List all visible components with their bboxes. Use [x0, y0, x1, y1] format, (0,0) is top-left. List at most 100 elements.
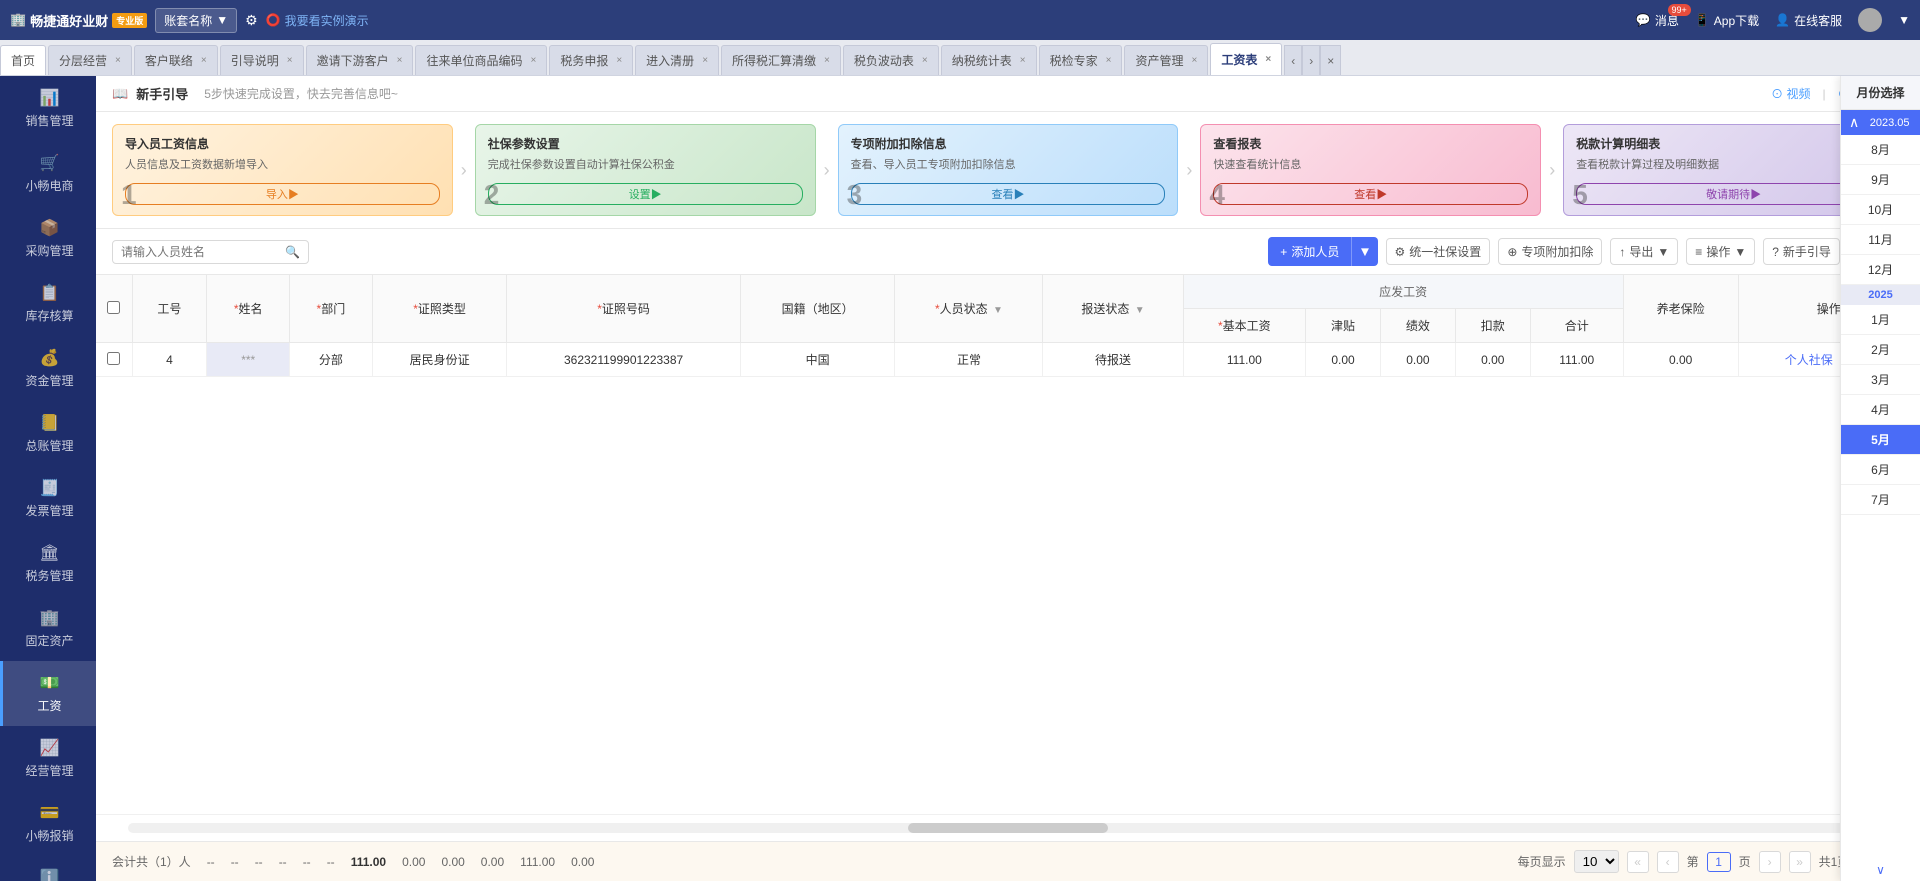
sidebar-item-inventory[interactable]: 📋 库存核算: [0, 271, 96, 336]
close-icon[interactable]: ×: [922, 55, 928, 66]
next-page-button[interactable]: ›: [1759, 851, 1781, 873]
tab-home[interactable]: 首页: [0, 45, 46, 75]
close-icon[interactable]: ×: [1265, 54, 1271, 65]
personal-social-link[interactable]: 个人社保: [1785, 353, 1833, 367]
tab-prev-button[interactable]: ‹: [1284, 45, 1302, 75]
search-icon[interactable]: 🔍: [285, 245, 300, 259]
current-page[interactable]: 1: [1707, 852, 1731, 872]
tab-zhuanjia[interactable]: 税检专家 ×: [1039, 45, 1123, 75]
social-security-button[interactable]: ⚙ 统一社保设置: [1386, 238, 1491, 265]
sidebar-item-ecommerce[interactable]: 🛒 小畅电商: [0, 141, 96, 206]
month-item-10[interactable]: 10月: [1841, 195, 1920, 225]
demo-link[interactable]: ⭕ 我要看实例演示: [266, 12, 369, 29]
submit-filter-icon[interactable]: ▼: [1135, 305, 1145, 316]
tab-fenceng[interactable]: 分层经营 ×: [48, 45, 132, 75]
tab-invite[interactable]: 邀请下游客户 ×: [306, 45, 414, 75]
close-icon[interactable]: ×: [1020, 55, 1026, 66]
tab-tongji[interactable]: 纳税统计表 ×: [941, 45, 1037, 75]
close-icon[interactable]: ×: [287, 55, 293, 66]
horizontal-scrollbar[interactable]: [96, 814, 1920, 841]
month-item-2025-3[interactable]: 3月: [1841, 365, 1920, 395]
search-input[interactable]: [121, 245, 281, 259]
ecommerce-icon: 🛒: [40, 153, 60, 173]
tab-qingce[interactable]: 进入清册 ×: [635, 45, 719, 75]
add-person-button[interactable]: + 添加人员: [1268, 237, 1351, 266]
month-item-2025-1[interactable]: 1月: [1841, 305, 1920, 335]
month-item-2025-5[interactable]: 5月: [1841, 425, 1920, 455]
guide-video-link[interactable]: ⊙ 视频: [1771, 85, 1810, 102]
month-item-12[interactable]: 12月: [1841, 255, 1920, 285]
tab-suode[interactable]: 所得税汇算清缴 ×: [721, 45, 841, 75]
user-menu-button[interactable]: ▼: [1898, 13, 1910, 27]
app-download-button[interactable]: 📱 App下载: [1695, 12, 1759, 29]
close-icon[interactable]: ×: [115, 55, 121, 66]
last-page-button[interactable]: »: [1789, 851, 1811, 873]
close-icon[interactable]: ×: [616, 55, 622, 66]
close-icon[interactable]: ×: [530, 55, 536, 66]
close-icon[interactable]: ×: [1106, 55, 1112, 66]
tab-fudan[interactable]: 税负波动表 ×: [843, 45, 939, 75]
month-item-2025-2[interactable]: 2月: [1841, 335, 1920, 365]
operations-button[interactable]: ≡ 操作 ▼: [1686, 238, 1755, 265]
first-page-button[interactable]: «: [1627, 851, 1649, 873]
sidebar-item-fixed-assets[interactable]: 🏢 固定资产: [0, 596, 96, 661]
prev-page-button[interactable]: ‹: [1657, 851, 1679, 873]
tab-product[interactable]: 往来单位商品编码 ×: [415, 45, 547, 75]
sidebar-item-capital[interactable]: 💰 资金管理: [0, 336, 96, 401]
month-item-2025-6[interactable]: 6月: [1841, 455, 1920, 485]
select-all-checkbox[interactable]: [107, 301, 120, 314]
sidebar-item-operations[interactable]: 📈 经营管理: [0, 726, 96, 791]
sidebar-item-sales[interactable]: 📊 销售管理: [0, 76, 96, 141]
tab-yindao[interactable]: 引导说明 ×: [220, 45, 304, 75]
sidebar-item-tax-mgmt[interactable]: 🏛 税务管理: [0, 531, 96, 596]
close-icon[interactable]: ×: [397, 55, 403, 66]
tab-kehu[interactable]: 客户联络 ×: [134, 45, 218, 75]
close-icon[interactable]: ×: [1191, 55, 1197, 66]
add-person-dropdown-button[interactable]: ▼: [1351, 237, 1377, 266]
status-filter-icon[interactable]: ▼: [993, 305, 1003, 316]
user-avatar[interactable]: [1858, 8, 1882, 32]
step-2-setup-button[interactable]: 设置▶: [488, 183, 803, 205]
sidebar-item-expense[interactable]: 💳 小畅报销: [0, 791, 96, 856]
month-item-11[interactable]: 11月: [1841, 225, 1920, 255]
sidebar-item-basic-info[interactable]: ℹ️ 基础信息: [0, 856, 96, 881]
scroll-thumb[interactable]: [908, 823, 1108, 833]
app-logo: 🏢 畅捷通好业财 专业版: [10, 11, 147, 30]
close-icon[interactable]: ×: [824, 55, 830, 66]
step-1-import-button[interactable]: 导入▶: [125, 183, 440, 205]
question-icon: ?: [1772, 245, 1779, 259]
sidebar-item-ledger[interactable]: 📒 总账管理: [0, 401, 96, 466]
step-arrow-2: ›: [824, 160, 830, 181]
month-item-9[interactable]: 9月: [1841, 165, 1920, 195]
step-4-view-button[interactable]: 查看▶: [1213, 183, 1528, 205]
month-item-8[interactable]: 8月: [1841, 135, 1920, 165]
export-button[interactable]: ↑ 导出 ▼: [1610, 238, 1678, 265]
logo-icon: 🏢: [10, 12, 26, 28]
row-checkbox[interactable]: [107, 352, 120, 365]
year-prev-button[interactable]: ∧: [1845, 114, 1863, 131]
tab-assets[interactable]: 资产管理 ×: [1124, 45, 1208, 75]
close-icon[interactable]: ×: [201, 55, 207, 66]
sidebar-item-purchase[interactable]: 📦 采购管理: [0, 206, 96, 271]
month-item-2025-4[interactable]: 4月: [1841, 395, 1920, 425]
sidebar-item-invoice[interactable]: 🧾 发票管理: [0, 466, 96, 531]
special-deduction-button[interactable]: ⊕ 专项附加扣除: [1498, 238, 1602, 265]
new-guide-button[interactable]: ? 新手引导: [1763, 238, 1840, 265]
message-button[interactable]: 💬 消息 99+: [1636, 12, 1679, 29]
tab-next-button[interactable]: ›: [1302, 45, 1320, 75]
salary-table: 工号 *姓名 *部门 *证照类型 *证照号码 国籍（地区） *人员状态 ▼ 报送…: [96, 275, 1920, 377]
tab-salary[interactable]: 工资表 ×: [1210, 43, 1282, 75]
tab-tax[interactable]: 税务申报 ×: [549, 45, 633, 75]
sidebar-item-salary[interactable]: 💵 工资: [0, 661, 96, 726]
step-3-view-button[interactable]: 查看▶: [851, 183, 1166, 205]
month-item-2025-7[interactable]: 7月: [1841, 485, 1920, 515]
page-size-select[interactable]: 10 20 50: [1574, 850, 1619, 873]
plus-circle-icon: ⊕: [1507, 245, 1517, 259]
settings-button[interactable]: ⚙: [245, 12, 258, 29]
online-service-button[interactable]: 👤 在线客服: [1775, 12, 1842, 29]
col-name-header[interactable]: *姓名: [207, 275, 290, 343]
month-panel-collapse-button[interactable]: ∨: [1841, 859, 1920, 881]
close-icon[interactable]: ×: [702, 55, 708, 66]
tab-close-all-button[interactable]: ×: [1320, 45, 1341, 75]
account-selector[interactable]: 账套名称 ▼: [155, 8, 237, 33]
